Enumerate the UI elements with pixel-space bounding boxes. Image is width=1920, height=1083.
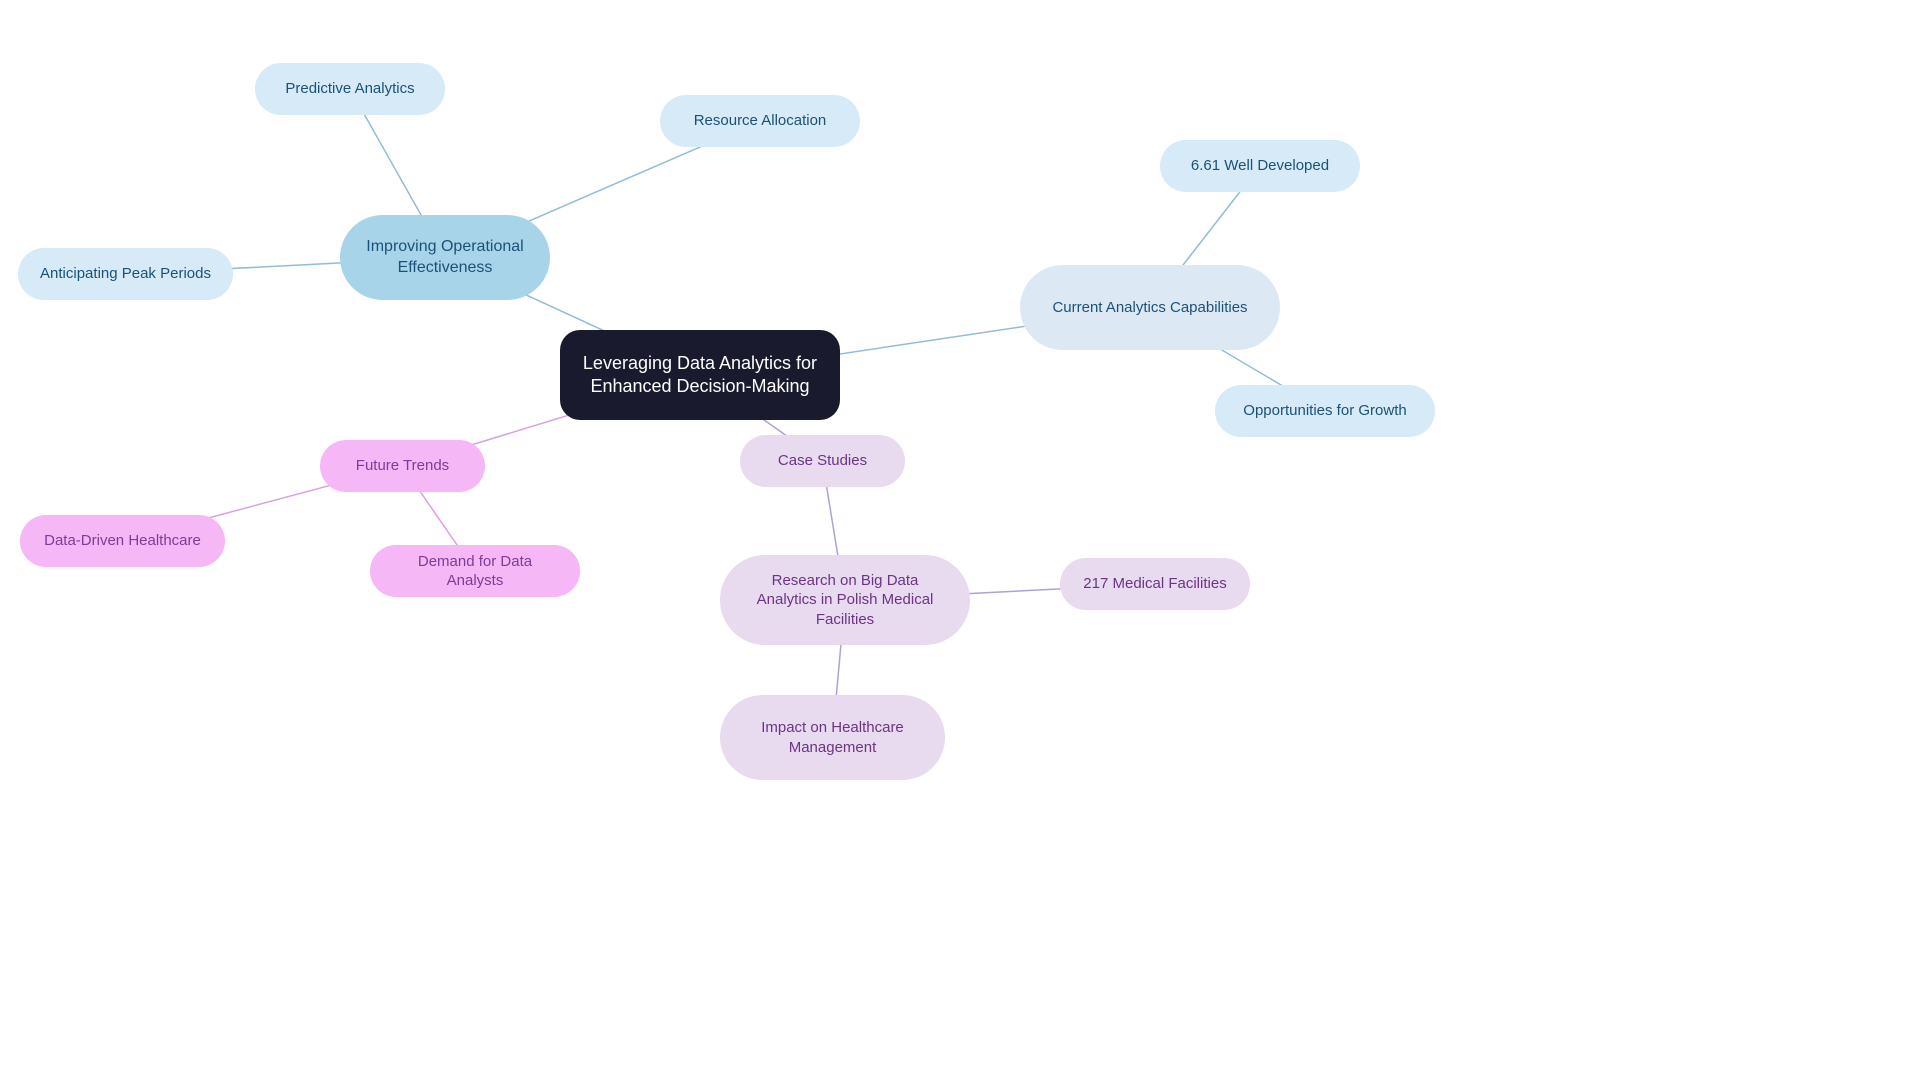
well-developed-label: 6.61 Well Developed (1191, 156, 1329, 176)
well-developed-node: 6.61 Well Developed (1160, 140, 1360, 192)
impact-healthcare-label: Impact on Healthcare Management (742, 718, 923, 757)
anticipating-peak-label: Anticipating Peak Periods (40, 264, 211, 284)
center-node: Leveraging Data Analytics for Enhanced D… (560, 330, 840, 420)
opportunities-node: Opportunities for Growth (1215, 385, 1435, 437)
research-big-data-node: Research on Big Data Analytics in Polish… (720, 555, 970, 645)
improving-operational-node: Improving Operational Effectiveness (340, 215, 550, 300)
predictive-analytics-node: Predictive Analytics (255, 63, 445, 115)
demand-analysts-node: Demand for Data Analysts (370, 545, 580, 597)
medical-facilities-label: 217 Medical Facilities (1083, 574, 1226, 594)
data-driven-label: Data-Driven Healthcare (44, 531, 201, 551)
impact-healthcare-node: Impact on Healthcare Management (720, 695, 945, 780)
current-analytics-label: Current Analytics Capabilities (1052, 298, 1247, 318)
improving-operational-label: Improving Operational Effectiveness (362, 237, 528, 279)
demand-analysts-label: Demand for Data Analysts (392, 552, 558, 591)
future-trends-node: Future Trends (320, 440, 485, 492)
resource-allocation-label: Resource Allocation (694, 111, 827, 131)
case-studies-node: Case Studies (740, 435, 905, 487)
research-big-data-label: Research on Big Data Analytics in Polish… (742, 571, 948, 630)
anticipating-peak-node: Anticipating Peak Periods (18, 248, 233, 300)
case-studies-label: Case Studies (778, 451, 867, 471)
current-analytics-node: Current Analytics Capabilities (1020, 265, 1280, 350)
predictive-analytics-label: Predictive Analytics (285, 79, 414, 99)
medical-facilities-node: 217 Medical Facilities (1060, 558, 1250, 610)
future-trends-label: Future Trends (356, 456, 449, 476)
opportunities-label: Opportunities for Growth (1243, 401, 1406, 421)
center-label: Leveraging Data Analytics for Enhanced D… (582, 352, 818, 399)
resource-allocation-node: Resource Allocation (660, 95, 860, 147)
data-driven-node: Data-Driven Healthcare (20, 515, 225, 567)
